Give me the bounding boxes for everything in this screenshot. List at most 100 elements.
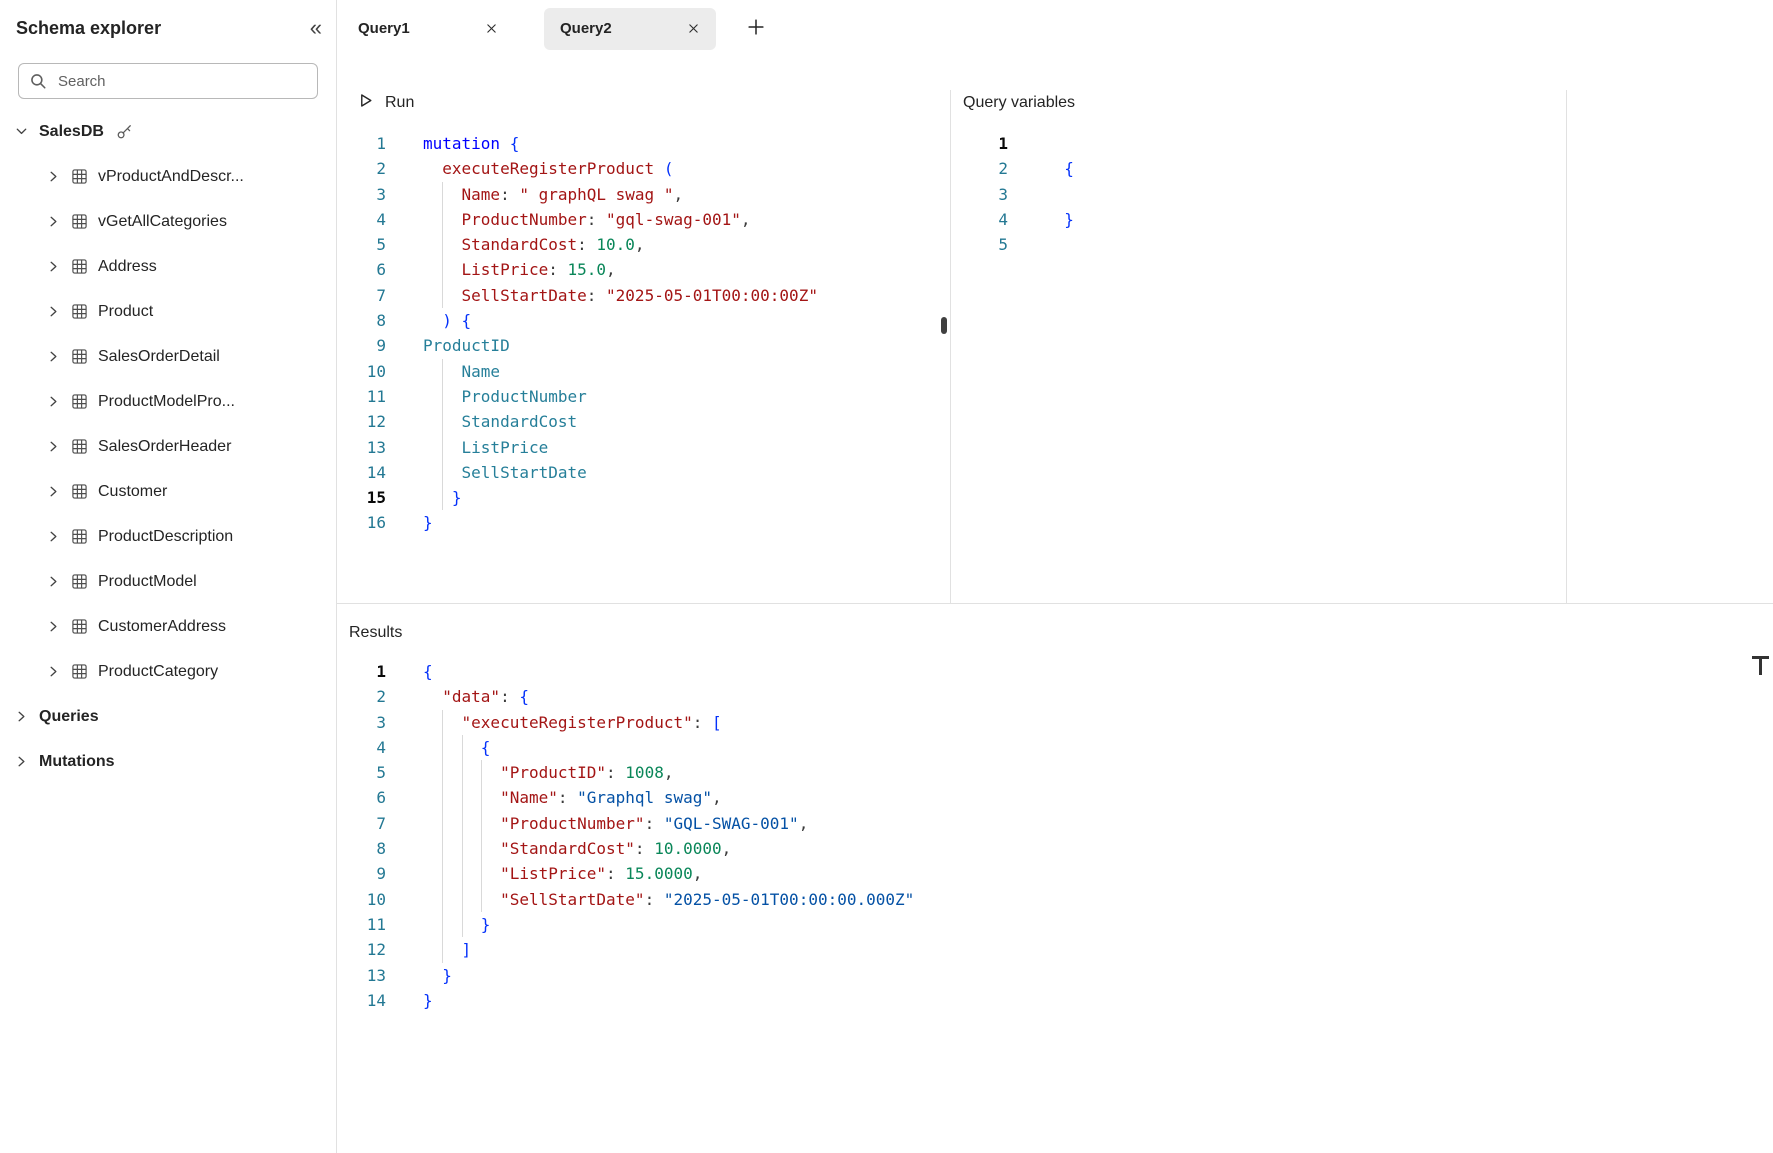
line-number: 16: [366, 513, 386, 533]
tree-item-table[interactable]: Customer: [0, 469, 336, 514]
code-line: 16}: [337, 510, 950, 535]
line-number: 15: [366, 488, 386, 508]
table-icon: [71, 618, 88, 635]
tree-item-table[interactable]: SalesOrderDetail: [0, 334, 336, 379]
tree-item-table[interactable]: vGetAllCategories: [0, 199, 336, 244]
tab-bar: Query1 Query2: [337, 0, 1773, 57]
chevron-right-icon: [46, 214, 61, 229]
table-icon: [71, 303, 88, 320]
editor-scrollbar-thumb[interactable]: [941, 317, 947, 334]
close-icon[interactable]: [485, 22, 498, 35]
tree-item-table[interactable]: ProductCategory: [0, 649, 336, 694]
chevron-right-icon: [14, 754, 29, 769]
query-variables-editor[interactable]: 12 {3 4 } 5: [951, 131, 1566, 257]
line-number: 4: [376, 737, 386, 757]
code-text: "ProductNumber": "GQL-SWAG-001",: [423, 810, 808, 837]
tree-item-table[interactable]: ProductDescription: [0, 514, 336, 559]
code-line: 13 ListPrice: [337, 434, 950, 460]
line-number: 2: [998, 159, 1008, 179]
table-name: ProductCategory: [98, 662, 219, 680]
line-number: 3: [998, 184, 1008, 204]
add-tab-button[interactable]: [746, 17, 766, 40]
tab-query1[interactable]: Query1: [342, 8, 514, 50]
results-scrollbar-thumb[interactable]: [1759, 659, 1762, 675]
query-editor[interactable]: 1 mutation {2 executeRegisterProduct (3 N…: [337, 131, 950, 536]
code-line: 11 }: [337, 911, 1773, 938]
line-number: 9: [376, 336, 386, 356]
tree-item-table[interactable]: Product: [0, 289, 336, 334]
code-text: Name: [423, 358, 500, 384]
run-button[interactable]: Run: [357, 90, 414, 116]
tree-item-mutations[interactable]: Mutations: [0, 739, 336, 784]
code-text: "SellStartDate": "2025-05-01T00:00:00.00…: [423, 886, 914, 912]
tree-item-table[interactable]: vProductAndDescr...: [0, 154, 336, 199]
line-number: 1: [376, 134, 386, 153]
code-text: {: [423, 734, 490, 761]
line-number: 5: [376, 763, 386, 783]
table-name: SalesOrderHeader: [98, 437, 232, 455]
line-number: 9: [376, 864, 386, 884]
line-number: 2: [376, 159, 386, 179]
table-name: ProductDescription: [98, 527, 234, 545]
code-line: 6 "Name": "Graphql swag",: [337, 785, 1773, 811]
line-number: 7: [376, 285, 386, 305]
code-text: "executeRegisterProduct": [: [423, 709, 722, 735]
collapse-sidebar-icon[interactable]: «: [310, 17, 322, 39]
code-text: SellStartDate: [423, 459, 587, 486]
line-number: 11: [366, 386, 386, 406]
chevron-right-icon: [14, 709, 29, 724]
database-name: SalesDB: [39, 122, 104, 140]
code-line: 2 executeRegisterProduct (: [337, 156, 950, 181]
code-text: {: [1064, 159, 1074, 179]
tab-query2[interactable]: Query2: [544, 7, 716, 50]
code-text: "Name": "Graphql swag",: [423, 785, 722, 811]
tree-item-table[interactable]: SalesOrderHeader: [0, 424, 336, 469]
main-content: Query1 Query2 Run 1 mutation {2 execute…: [337, 0, 1773, 1153]
code-text: {: [423, 662, 433, 681]
code-line: 12 StandardCost: [337, 409, 950, 435]
search-box[interactable]: [18, 63, 318, 99]
chevron-right-icon: [46, 259, 61, 274]
line-number: 12: [366, 940, 386, 960]
code-text: }: [423, 485, 462, 511]
table-icon: [71, 348, 88, 365]
table-name: Product: [98, 302, 154, 320]
table-icon: [71, 258, 88, 275]
line-number: 14: [366, 462, 386, 482]
code-text: executeRegisterProduct (: [442, 159, 674, 179]
close-icon[interactable]: [687, 22, 700, 35]
code-line: 1: [951, 131, 1566, 156]
table-name: SalesOrderDetail: [98, 347, 220, 365]
tab-label: Query2: [560, 20, 612, 37]
top-split: Run 1 mutation {2 executeRegisterProduct …: [337, 57, 1773, 603]
section-label: Queries: [39, 707, 99, 725]
line-number: 6: [376, 260, 386, 280]
code-text: StandardCost: [423, 409, 577, 435]
code-line: 5: [951, 232, 1566, 257]
tree-item-table[interactable]: ProductModel: [0, 559, 336, 604]
tree-item-queries[interactable]: Queries: [0, 694, 336, 739]
table-name: CustomerAddress: [98, 617, 227, 635]
line-number: 4: [376, 209, 386, 229]
code-text: ProductNumber: [423, 383, 587, 410]
tree-item-table[interactable]: ProductModelPro...: [0, 379, 336, 424]
search-input[interactable]: [56, 71, 307, 91]
results-pane: Results 1{2 "data": {3 "executeRegisterP…: [337, 603, 1773, 1153]
tree-item-table[interactable]: Address: [0, 244, 336, 289]
query-variables-title: Query variables: [963, 94, 1076, 111]
code-line: 8 "StandardCost": 10.0000,: [337, 836, 1773, 862]
chevron-right-icon: [46, 664, 61, 679]
results-viewer[interactable]: 1{2 "data": {3 "executeRegisterProduct":…: [337, 659, 1773, 1013]
chevron-down-icon: [14, 124, 29, 139]
query-editor-pane: Run 1 mutation {2 executeRegisterProduct …: [337, 57, 950, 603]
tree-item-table[interactable]: CustomerAddress: [0, 604, 336, 649]
tab-label: Query1: [358, 20, 410, 37]
code-text: SellStartDate: "2025-05-01T00:00:00Z": [423, 282, 818, 309]
line-number: 10: [366, 889, 386, 909]
key-icon: [116, 123, 133, 140]
code-line: 10 "SellStartDate": "2025-05-01T00:00:00…: [337, 886, 1773, 912]
code-line: 1{: [337, 659, 1773, 684]
tree-item-database[interactable]: SalesDB: [0, 109, 336, 154]
line-number: 13: [366, 965, 386, 985]
table-icon: [71, 573, 88, 590]
